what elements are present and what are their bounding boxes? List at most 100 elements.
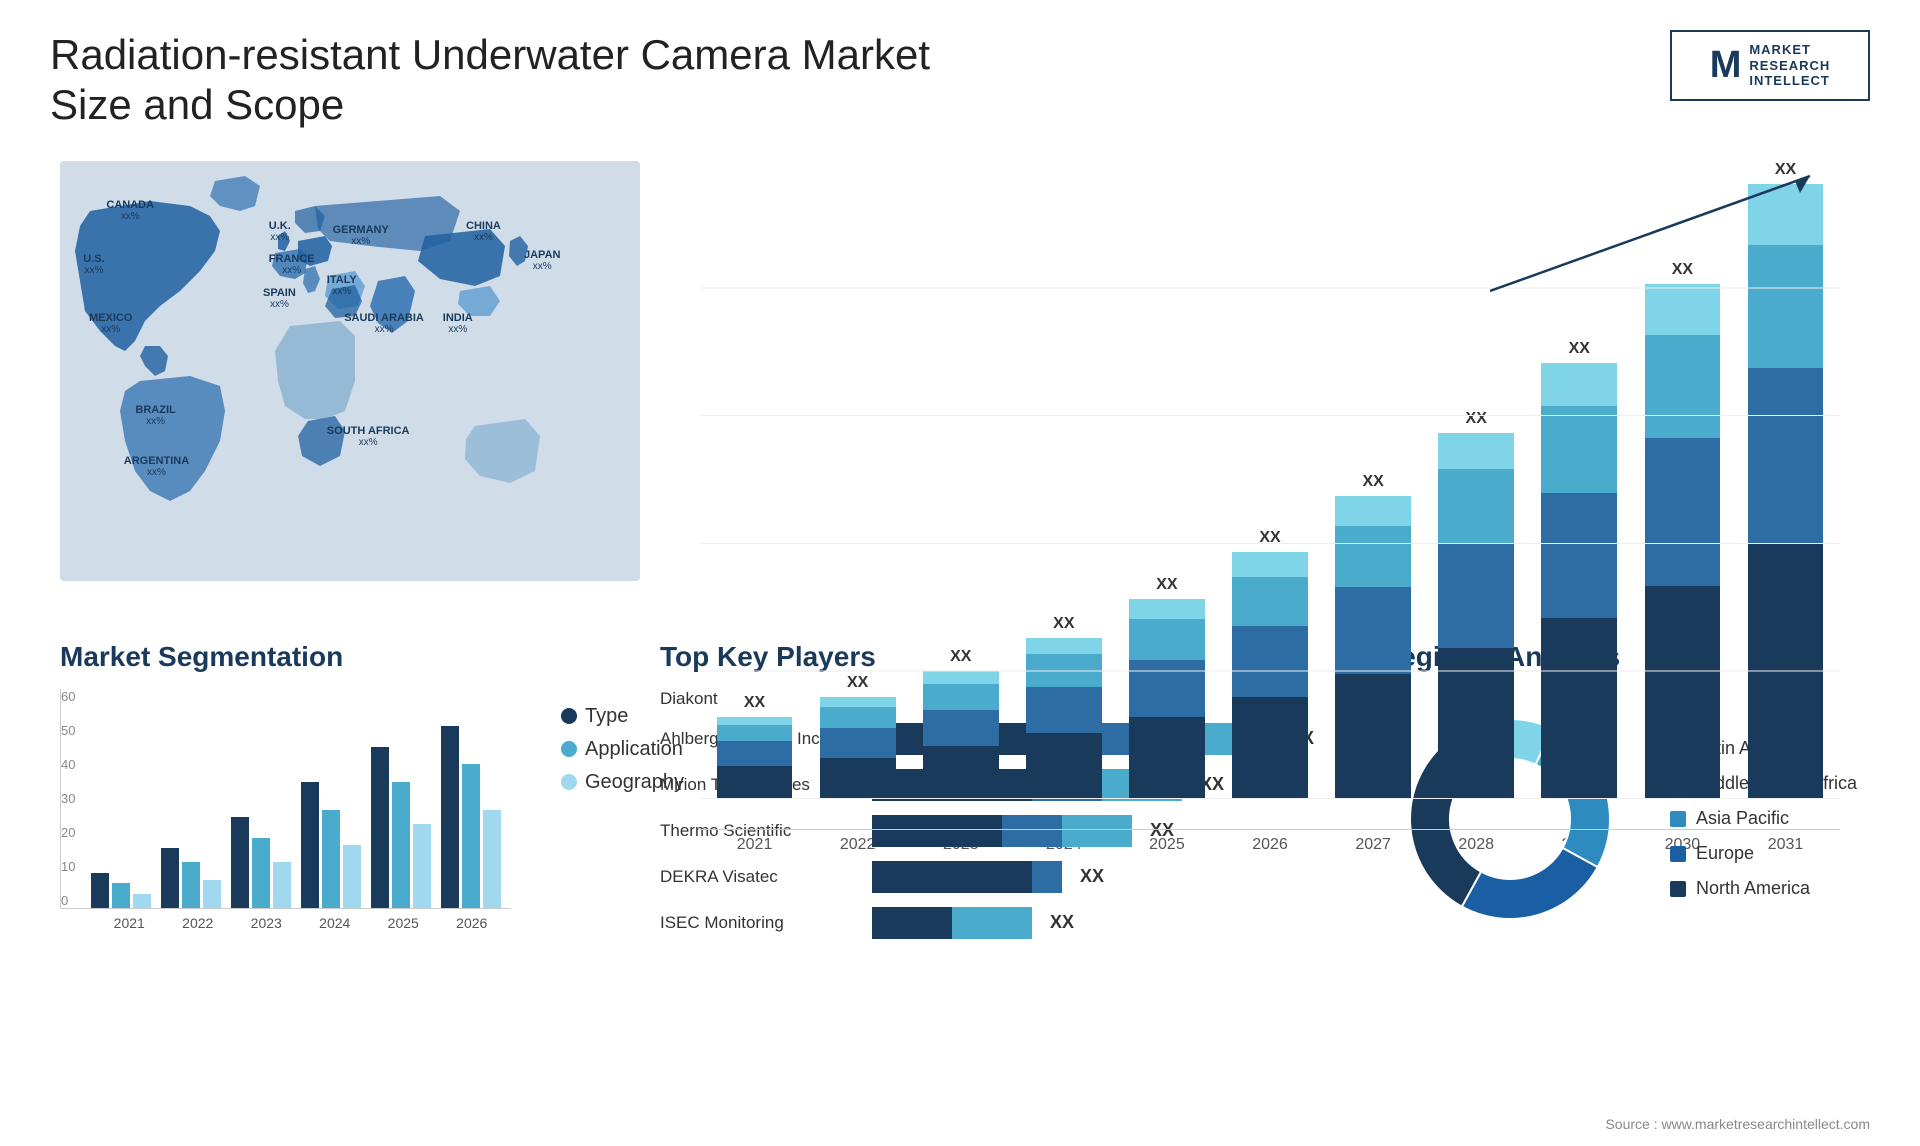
barchart-section: XXXXXXXXXXXXXXXXXXXXXX 20212022202320242… <box>670 151 1870 611</box>
map-label-argentina: ARGENTINAxx% <box>124 455 189 478</box>
bar-segment <box>1232 552 1308 577</box>
seg-bar-application <box>182 862 200 908</box>
bar-segment <box>1129 660 1205 717</box>
bar-segment <box>1541 363 1617 406</box>
segmentation-section: Market Segmentation 0102030405060 202120… <box>50 631 620 959</box>
player-bar <box>872 907 1032 939</box>
bar-segment <box>1129 717 1205 799</box>
bar-stack-2022 <box>813 697 902 799</box>
seg-bar-application <box>112 883 130 908</box>
bar-segment <box>1748 245 1824 368</box>
bar-stack-2026 <box>1225 552 1314 799</box>
seg-y-label: 0 <box>61 893 75 908</box>
seg-bar-group-2022 <box>161 688 221 908</box>
barchart-area: XXXXXXXXXXXXXXXXXXXXXX <box>700 161 1840 830</box>
regional-legend-item: Europe <box>1670 843 1857 864</box>
bar-group-2022: XX <box>813 674 902 799</box>
player-xx-label: XX <box>1050 912 1074 933</box>
seg-bar-type <box>301 782 319 908</box>
logo-icon: M MARKET RESEARCH INTELLECT <box>1710 42 1831 89</box>
player-bar-seg <box>872 907 952 939</box>
bar-segment <box>1232 626 1308 697</box>
map-label-saudi: SAUDI ARABIAxx% <box>344 312 424 335</box>
bar-segment <box>820 697 896 707</box>
bar-group-2026: XX <box>1225 529 1314 799</box>
bar-segment <box>1026 638 1102 654</box>
bar-segment <box>923 684 999 710</box>
source-text: Source : www.marketresearchintellect.com <box>1605 1116 1870 1132</box>
bar-label-2024: XX <box>1053 615 1074 633</box>
bar-segment <box>1335 526 1411 587</box>
logo-letter: M <box>1710 44 1742 87</box>
bar-label-2026: XX <box>1259 529 1280 547</box>
bar-segment <box>1026 733 1102 799</box>
bar-segment <box>1541 618 1617 799</box>
bar-label-2025: XX <box>1156 576 1177 594</box>
bar-segment <box>923 671 999 684</box>
seg-x-label-2026: 2026 <box>443 915 502 931</box>
bar-group-2024: XX <box>1019 615 1108 799</box>
logo-line2: RESEARCH <box>1749 58 1830 74</box>
logo-line3: INTELLECT <box>1749 73 1830 89</box>
player-bar-seg <box>952 907 1032 939</box>
main-grid: CANADAxx% U.S.xx% MEXICOxx% BRAZILxx% AR… <box>50 151 1870 959</box>
map-label-spain: SPAINxx% <box>263 287 296 310</box>
seg-bar-type <box>371 747 389 908</box>
seg-bar-type <box>161 848 179 908</box>
segmentation-title: Market Segmentation <box>60 641 610 673</box>
seg-bar-geography <box>343 845 361 908</box>
header: Radiation-resistant Underwater Camera Ma… <box>50 30 1870 131</box>
bar-segment <box>1438 433 1514 469</box>
bar-group-2028: XX <box>1432 410 1521 799</box>
map-label-japan: JAPANxx% <box>524 249 560 272</box>
barchart-inner: XXXXXXXXXXXXXXXXXXXXXX 20212022202320242… <box>700 161 1840 854</box>
bar-group-2031: XX <box>1741 161 1830 799</box>
seg-bar-application <box>392 782 410 908</box>
seg-bar-group-2024 <box>301 688 361 908</box>
seg-bar-group-2023 <box>231 688 291 908</box>
bar-segment <box>1438 469 1514 543</box>
regional-legend-label: Europe <box>1696 843 1754 864</box>
player-bar-container: XX <box>872 861 1330 893</box>
page-title: Radiation-resistant Underwater Camera Ma… <box>50 30 950 131</box>
bar-label-2023: XX <box>950 648 971 666</box>
player-name: ISEC Monitoring <box>660 913 860 933</box>
bar-label-2027: XX <box>1362 473 1383 491</box>
bar-label-2029: XX <box>1569 340 1590 358</box>
seg-bar-type <box>91 873 109 908</box>
bar-segment <box>717 741 793 766</box>
bar-stack-2028 <box>1432 433 1521 799</box>
seg-bar-geography <box>483 810 501 908</box>
bar-segment <box>1748 184 1824 245</box>
map-label-india: INDIAxx% <box>443 312 473 335</box>
seg-bar-application <box>322 810 340 908</box>
bar-segment <box>1645 586 1721 799</box>
bar-segment <box>1748 368 1824 544</box>
map-label-brazil: BRAZILxx% <box>135 404 175 427</box>
seg-bar-geography <box>133 894 151 908</box>
bar-segment <box>1541 493 1617 618</box>
regional-legend-item: North America <box>1670 878 1857 899</box>
bar-segment <box>1335 496 1411 526</box>
seg-bar-group-2026 <box>441 688 501 908</box>
bar-segment <box>1335 587 1411 674</box>
seg-bar-type <box>231 817 249 908</box>
seg-x-label-2024: 2024 <box>306 915 365 931</box>
logo-text: MARKET RESEARCH INTELLECT <box>1749 42 1830 89</box>
bar-segment <box>1129 619 1205 660</box>
regional-legend-label: North America <box>1696 878 1810 899</box>
bar-stack-2021 <box>710 717 799 799</box>
bar-group-2025: XX <box>1122 576 1211 799</box>
map-section: CANADAxx% U.S.xx% MEXICOxx% BRAZILxx% AR… <box>50 151 670 611</box>
seg-bar-geography <box>413 824 431 908</box>
seg-y-label: 50 <box>61 723 75 738</box>
bar-segment <box>1645 335 1721 438</box>
bar-segment <box>1232 577 1308 626</box>
bar-segment <box>1438 648 1514 799</box>
bar-segment <box>1541 406 1617 493</box>
bar-stack-2023 <box>916 671 1005 799</box>
bar-stack-2027 <box>1329 496 1418 799</box>
map-label-southafrica: SOUTH AFRICAxx% <box>327 425 410 448</box>
seg-chart-wrap: 0102030405060 202120222023202420252026 <box>60 689 511 931</box>
bar-segment <box>923 746 999 799</box>
